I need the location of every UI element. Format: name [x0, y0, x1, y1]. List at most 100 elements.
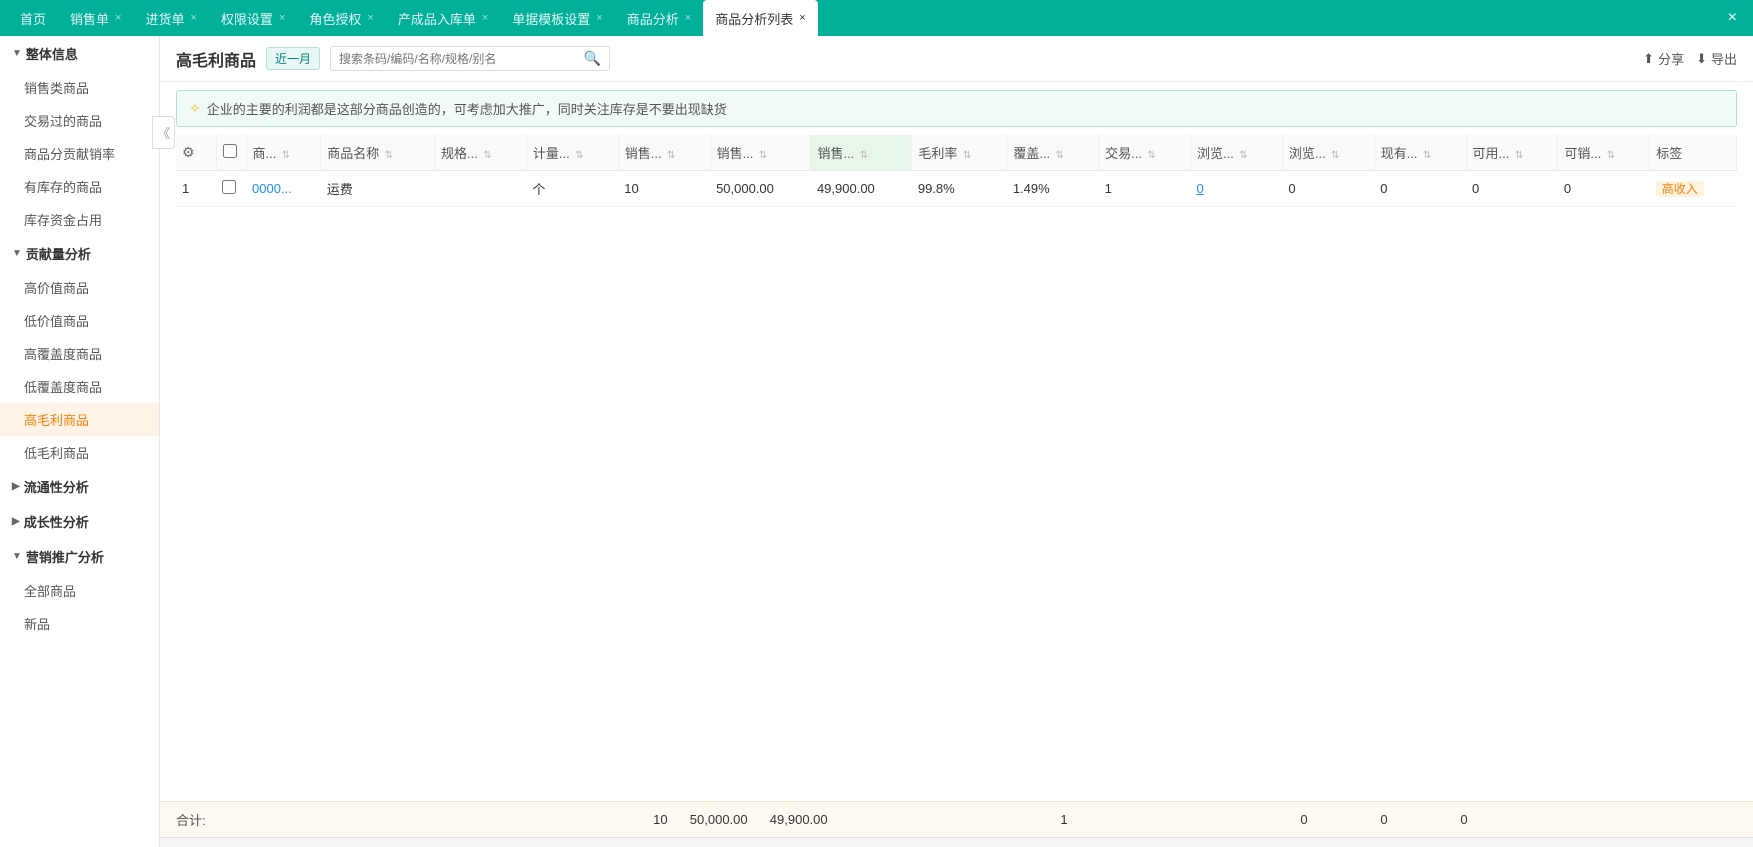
horizontal-scrollbar[interactable] — [160, 837, 1753, 847]
sidebar-item-high-coverage[interactable]: 高覆盖度商品 — [0, 337, 159, 370]
sort-icon-coverage[interactable]: ⇅ — [1056, 150, 1064, 161]
sidebar-item-in-stock-goods[interactable]: 有库存的商品 — [0, 170, 159, 203]
sort-icon-browse2[interactable]: ⇅ — [1331, 150, 1339, 161]
footer-spacer-spec — [464, 812, 534, 827]
col-unit: 计量... ⇅ — [526, 135, 618, 171]
tab-role-auth[interactable]: 角色授权 × — [297, 0, 385, 36]
sidebar-item-stock-capital[interactable]: 库存资金占用 — [0, 203, 159, 236]
close-tab-sales-order[interactable]: × — [115, 12, 121, 24]
col-sales-amt: 销售... ⇅ — [710, 135, 811, 171]
footer-sales-amt2: 49,900.00 — [754, 812, 834, 827]
close-window-btn[interactable]: × — [1720, 9, 1745, 27]
close-tab-permission[interactable]: × — [279, 12, 285, 24]
sidebar-group-contribution[interactable]: ▼ 贡献量分析 — [0, 236, 159, 271]
tab-home[interactable]: 首页 — [8, 0, 58, 36]
tab-product-analysis-list[interactable]: 商品分析列表 × — [703, 0, 817, 36]
col-gross-rate: 毛利率 ⇅ — [912, 135, 1007, 171]
sidebar-item-sales-goods[interactable]: 销售类商品 — [0, 71, 159, 104]
sidebar-item-low-value[interactable]: 低价值商品 — [0, 304, 159, 337]
sort-icon-sales-amt[interactable]: ⇅ — [759, 150, 767, 161]
sidebar-item-traded-goods[interactable]: 交易过的商品 — [0, 104, 159, 137]
sort-icon-spec[interactable]: ⇅ — [483, 150, 491, 161]
tab-sales-order[interactable]: 销售单 × — [58, 0, 133, 36]
top-navigation: 首页 销售单 × 进货单 × 权限设置 × 角色授权 × 产成品入库单 × 单据… — [0, 0, 1753, 36]
col-code: 商... ⇅ — [246, 135, 321, 171]
arrow-growth: ▶ — [12, 516, 20, 527]
tab-purchase-order[interactable]: 进货单 × — [133, 0, 208, 36]
sidebar-item-low-margin[interactable]: 低毛利商品 — [0, 436, 159, 469]
col-available: 可用... ⇅ — [1466, 135, 1558, 171]
cell-sales-amt: 50,000.00 — [710, 171, 811, 207]
arrow-liquidity: ▶ — [12, 481, 20, 492]
tab-product-analysis[interactable]: 商品分析 × — [615, 0, 703, 36]
footer-cells: 10 50,000.00 49,900.00 1 0 0 0 — [214, 812, 1737, 827]
footer-coverage — [914, 812, 994, 827]
footer-label: 合计: — [176, 810, 206, 829]
close-tab-product-storage[interactable]: × — [482, 12, 488, 24]
sort-icon-gross-rate[interactable]: ⇅ — [963, 150, 971, 161]
footer-available: 0 — [1314, 812, 1394, 827]
tab-permission-settings[interactable]: 权限设置 × — [209, 0, 297, 36]
sidebar-group-overall[interactable]: ▼ 整体信息 — [0, 36, 159, 71]
select-all-checkbox[interactable] — [223, 144, 237, 158]
cell-trade: 1 — [1099, 171, 1191, 207]
sidebar-item-all-goods[interactable]: 全部商品 — [0, 574, 159, 607]
footer-browse2 — [1154, 812, 1234, 827]
sidebar-item-high-margin[interactable]: 高毛利商品 — [0, 403, 159, 436]
tab-product-storage[interactable]: 产成品入库单 × — [386, 0, 500, 36]
table-row: 1 0000... 运费 个 10 50,000.00 49,900.00 99… — [176, 171, 1737, 207]
sidebar-group-liquidity[interactable]: ▶ 流通性分析 — [0, 469, 159, 504]
footer-current: 0 — [1234, 812, 1314, 827]
share-icon: ⬆ — [1643, 51, 1654, 67]
sort-icon-unit[interactable]: ⇅ — [575, 150, 583, 161]
cell-unit: 个 — [526, 171, 618, 207]
cell-sales-qty: 10 — [618, 171, 710, 207]
close-tab-analysis-list[interactable]: × — [799, 12, 805, 24]
footer-sales-amt: 50,000.00 — [674, 812, 754, 827]
sort-icon-trade[interactable]: ⇅ — [1147, 150, 1155, 161]
share-btn[interactable]: ⬆ 分享 — [1643, 49, 1684, 68]
settings-icon[interactable]: ⚙ — [182, 144, 195, 160]
sort-icon-code[interactable]: ⇅ — [282, 150, 290, 161]
sidebar-item-low-coverage[interactable]: 低覆盖度商品 — [0, 370, 159, 403]
sidebar-collapse-btn[interactable]: 《 — [152, 116, 175, 149]
cell-browse1[interactable]: 0 — [1191, 171, 1283, 207]
export-btn[interactable]: ⬇ 导出 — [1696, 49, 1737, 68]
export-icon: ⬇ — [1696, 51, 1707, 67]
cell-sales-amt2: 49,900.00 — [811, 171, 912, 207]
cell-name: 运费 — [321, 171, 435, 207]
close-tab-product-analysis[interactable]: × — [685, 12, 691, 24]
sidebar-item-new-goods[interactable]: 新品 — [0, 607, 159, 640]
sidebar-item-high-value[interactable]: 高价值商品 — [0, 271, 159, 304]
sidebar-group-marketing[interactable]: ▼ 营销推广分析 — [0, 539, 159, 574]
sort-icon-sales-qty[interactable]: ⇅ — [667, 150, 675, 161]
footer-browse1 — [1074, 812, 1154, 827]
cell-code[interactable]: 0000... — [246, 171, 321, 207]
close-tab-purchase-order[interactable]: × — [190, 12, 196, 24]
close-tab-role-auth[interactable]: × — [367, 12, 373, 24]
sidebar-item-sales-contribution[interactable]: 商品分贡献销率 — [0, 137, 159, 170]
search-input[interactable] — [339, 52, 584, 66]
sort-icon-name[interactable]: ⇅ — [385, 150, 393, 161]
sort-icon-sales-amt2[interactable]: ⇅ — [860, 150, 868, 161]
arrow-overall: ▼ — [12, 48, 22, 59]
info-banner: ✧ 企业的主要的利润都是这部分商品创造的，可考虑加大推广，同时关注库存是不要出现… — [176, 90, 1737, 127]
sort-icon-browse1[interactable]: ⇅ — [1239, 150, 1247, 161]
footer-spacer-chk — [254, 812, 284, 827]
filter-recent-month-btn[interactable]: 近一月 — [266, 47, 320, 70]
sort-icon-available[interactable]: ⇅ — [1515, 150, 1523, 161]
col-settings: ⚙ — [176, 135, 216, 171]
sort-icon-sellable[interactable]: ⇅ — [1607, 150, 1615, 161]
row-checkbox[interactable] — [222, 180, 236, 194]
tab-template-settings[interactable]: 单据模板设置 × — [500, 0, 614, 36]
content-area: 高毛利商品 近一月 🔍 ⬆ 分享 ⬇ 导出 ✧ 企业的主要的利润都是这部分商品创… — [160, 36, 1753, 847]
sort-icon-current[interactable]: ⇅ — [1423, 150, 1431, 161]
footer-trade: 1 — [994, 812, 1074, 827]
search-icon[interactable]: 🔍 — [584, 50, 601, 67]
col-sales-qty: 销售... ⇅ — [618, 135, 710, 171]
page-title: 高毛利商品 — [176, 47, 256, 71]
content-header: 高毛利商品 近一月 🔍 ⬆ 分享 ⬇ 导出 — [160, 36, 1753, 82]
sidebar-group-growth[interactable]: ▶ 成长性分析 — [0, 504, 159, 539]
footer-spacer-unit — [534, 812, 594, 827]
close-tab-template[interactable]: × — [596, 12, 602, 24]
